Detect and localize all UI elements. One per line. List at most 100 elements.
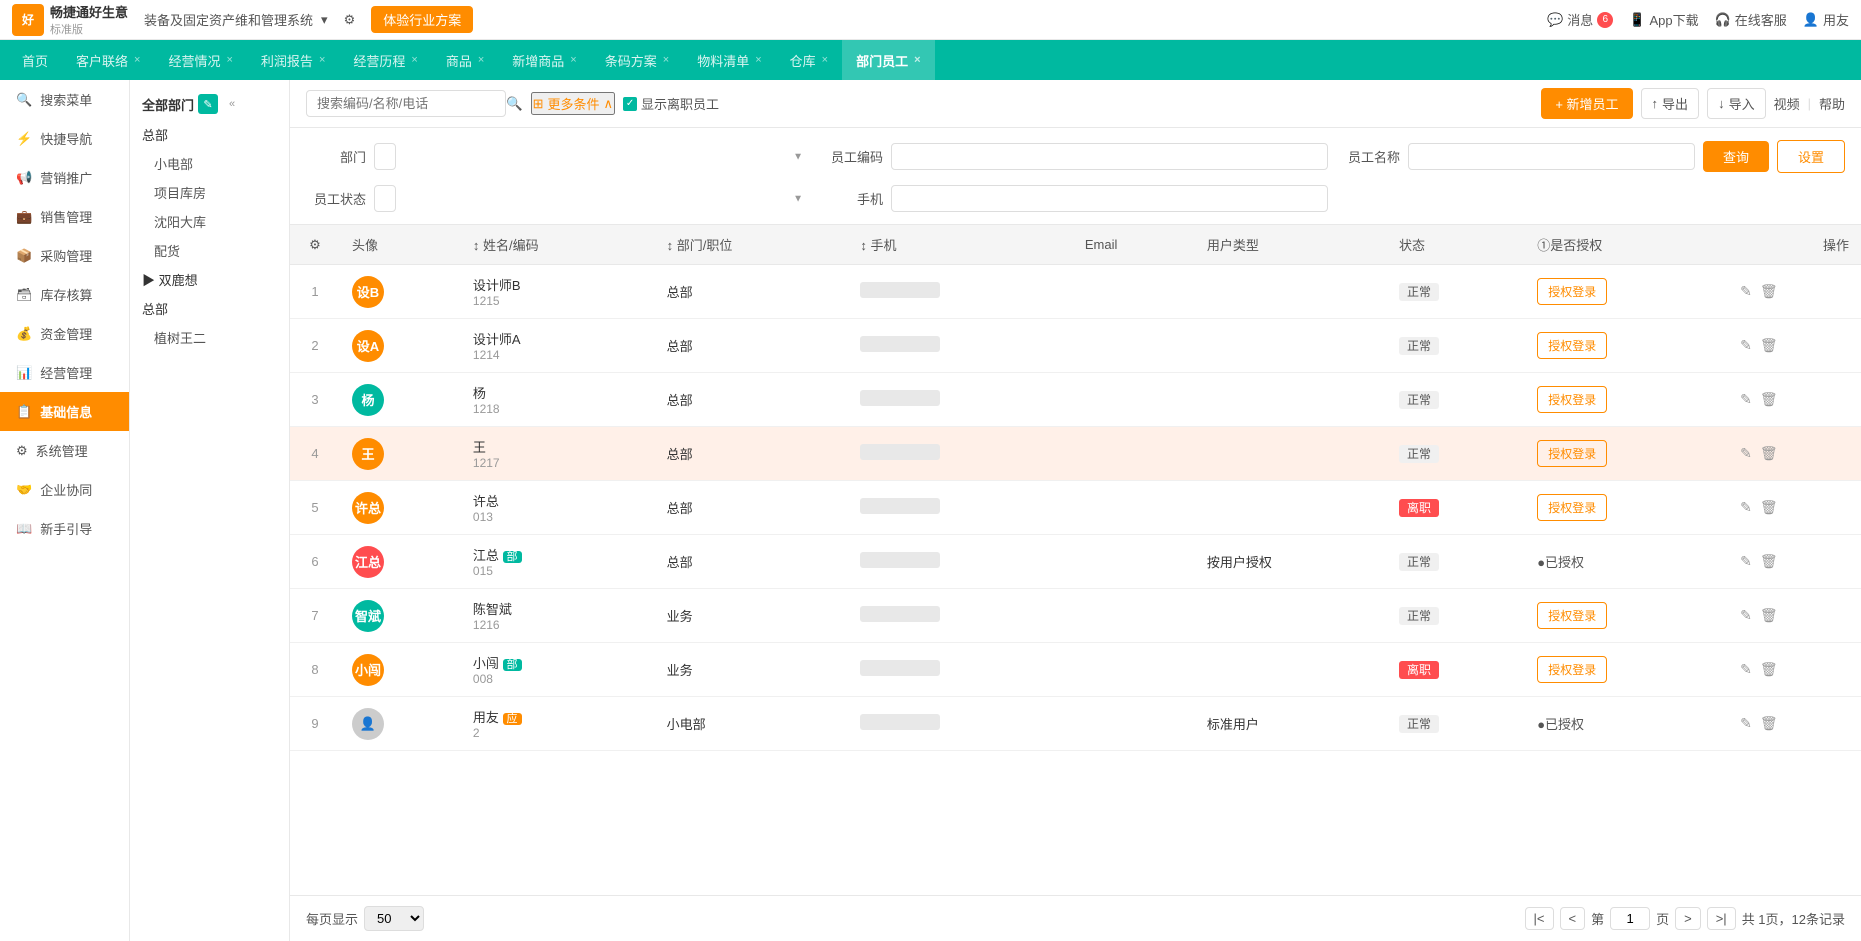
tab-close-icon[interactable]: ×: [755, 54, 761, 66]
add-employee-btn[interactable]: + 新增员工: [1541, 88, 1632, 119]
user-avatar[interactable]: 👤 用友: [1803, 10, 1849, 29]
delete-icon[interactable]: 🗑: [1760, 337, 1778, 354]
view-btn[interactable]: 视频: [1774, 94, 1800, 113]
filter-empname-input[interactable]: [1408, 143, 1695, 170]
delete-icon[interactable]: 🗑: [1760, 553, 1778, 570]
sidebar-item-企业协同[interactable]: 🤝企业协同: [0, 470, 129, 509]
nav-tab-经营历程[interactable]: 经营历程×: [339, 40, 431, 80]
delete-icon[interactable]: 🗑: [1760, 661, 1778, 678]
filter-empstatus-select[interactable]: [374, 185, 396, 212]
sidebar-item-销售管理[interactable]: 💼销售管理: [0, 197, 129, 236]
first-page-btn[interactable]: |<: [1525, 907, 1554, 930]
nav-tab-新增商品[interactable]: 新增商品×: [498, 40, 590, 80]
help-btn[interactable]: 帮助: [1819, 94, 1845, 113]
auth-btn[interactable]: 授权登录: [1537, 332, 1607, 359]
tab-close-icon[interactable]: ×: [914, 54, 920, 66]
page-size-select[interactable]: 50 100: [364, 906, 424, 931]
nav-tab-利润报告[interactable]: 利润报告×: [247, 40, 339, 80]
dept-tree-item[interactable]: 配货: [130, 236, 289, 265]
edit-icon[interactable]: ✎: [1740, 337, 1752, 354]
set-btn[interactable]: 设置: [1777, 140, 1845, 173]
delete-icon[interactable]: 🗑: [1760, 499, 1778, 516]
sidebar-item-经营管理[interactable]: 📊经营管理: [0, 353, 129, 392]
online-service-btn[interactable]: 🎧 在线客服: [1715, 10, 1787, 29]
tab-close-icon[interactable]: ×: [478, 54, 484, 66]
dept-tree-item[interactable]: 植树王二: [130, 323, 289, 352]
nav-tab-部门员工[interactable]: 部门员工×: [842, 40, 934, 80]
tab-close-icon[interactable]: ×: [570, 54, 576, 66]
nav-tab-条码方案[interactable]: 条码方案×: [591, 40, 683, 80]
sidebar-item-新手引导[interactable]: 📖新手引导: [0, 509, 129, 548]
nav-tab-客户联络[interactable]: 客户联络×: [62, 40, 154, 80]
show-inactive-toggle[interactable]: ✓ 显示离职员工: [623, 94, 719, 113]
nav-tab-仓库[interactable]: 仓库×: [776, 40, 842, 80]
export-btn[interactable]: ↑ 导出: [1641, 88, 1700, 119]
search-input[interactable]: [306, 90, 506, 117]
delete-icon[interactable]: 🗑: [1760, 445, 1778, 462]
tab-close-icon[interactable]: ×: [411, 54, 417, 66]
tab-close-icon[interactable]: ×: [822, 54, 828, 66]
nav-tab-商品[interactable]: 商品×: [432, 40, 498, 80]
dept-tree-item[interactable]: 总部: [130, 294, 289, 323]
filter-empcode-input[interactable]: [891, 143, 1328, 170]
message-btn[interactable]: 💬 消息 6: [1547, 10, 1613, 29]
edit-icon[interactable]: ✎: [1740, 391, 1752, 408]
auth-btn[interactable]: 授权登录: [1537, 656, 1607, 683]
query-btn[interactable]: 查询: [1703, 141, 1769, 172]
delete-icon[interactable]: 🗑: [1760, 391, 1778, 408]
tab-close-icon[interactable]: ×: [226, 54, 232, 66]
nav-tab-经营情况[interactable]: 经营情况×: [154, 40, 246, 80]
search-btn[interactable]: 🔍: [506, 96, 523, 112]
nav-tab-首页[interactable]: 首页: [8, 40, 62, 80]
dept-collapse-btn[interactable]: «: [222, 94, 242, 114]
sidebar-item-系统管理[interactable]: ⚙系统管理: [0, 431, 129, 470]
dept-tree-item[interactable]: 项目库房: [130, 178, 289, 207]
delete-icon[interactable]: 🗑: [1760, 283, 1778, 300]
last-page-btn[interactable]: >|: [1707, 907, 1736, 930]
app-download-btn[interactable]: 📱 App下载: [1629, 10, 1698, 29]
sidebar-item-快捷导航[interactable]: ⚡快捷导航: [0, 119, 129, 158]
auth-btn[interactable]: 授权登录: [1537, 278, 1607, 305]
settings-icon[interactable]: ⚙: [344, 12, 356, 28]
auth-btn[interactable]: 授权登录: [1537, 440, 1607, 467]
edit-icon[interactable]: ✎: [1740, 715, 1752, 732]
page-input[interactable]: [1610, 907, 1650, 930]
edit-icon[interactable]: ✎: [1740, 607, 1752, 624]
dept-tree-item[interactable]: ▶ 双鹿想: [130, 265, 289, 294]
edit-icon[interactable]: ✎: [1740, 553, 1752, 570]
show-inactive-checkbox[interactable]: ✓: [623, 97, 637, 111]
sidebar-item-基础信息[interactable]: 📋基础信息: [0, 392, 129, 431]
sidebar-item-库存核算[interactable]: 🗃库存核算: [0, 275, 129, 314]
edit-icon[interactable]: ✎: [1740, 283, 1752, 300]
import-btn[interactable]: ↓ 导入: [1707, 88, 1766, 119]
tab-close-icon[interactable]: ×: [663, 54, 669, 66]
sidebar-item-搜索菜单[interactable]: 🔍搜索菜单: [0, 80, 129, 119]
delete-icon[interactable]: 🗑: [1760, 607, 1778, 624]
filter-dept-select[interactable]: [374, 143, 396, 170]
edit-icon[interactable]: ✎: [1740, 445, 1752, 462]
sidebar-item-营销推广[interactable]: 📢营销推广: [0, 158, 129, 197]
auth-btn[interactable]: 授权登录: [1537, 494, 1607, 521]
dept-tree-item[interactable]: 沈阳大库: [130, 207, 289, 236]
toolbar: 🔍 ⊞ 更多条件 ∧ ✓ 显示离职员工 + 新增员工 ↑ 导出 ↓ 导入 视频: [290, 80, 1861, 128]
filter-phone-input[interactable]: [891, 185, 1328, 212]
tab-close-icon[interactable]: ×: [134, 54, 140, 66]
experience-btn[interactable]: 体验行业方案: [371, 6, 473, 33]
delete-icon[interactable]: 🗑: [1760, 715, 1778, 732]
nav-tab-物料清单[interactable]: 物料清单×: [683, 40, 775, 80]
prev-page-btn[interactable]: <: [1560, 907, 1586, 930]
next-page-btn[interactable]: >: [1675, 907, 1701, 930]
edit-icon[interactable]: ✎: [1740, 499, 1752, 516]
edit-icon[interactable]: ✎: [1740, 661, 1752, 678]
sidebar-item-采购管理[interactable]: 📦采购管理: [0, 236, 129, 275]
sidebar-item-资金管理[interactable]: 💰资金管理: [0, 314, 129, 353]
filter-btn[interactable]: ⊞ 更多条件 ∧: [531, 92, 615, 115]
dept-tree-item[interactable]: 小电部: [130, 149, 289, 178]
dept-edit-btn[interactable]: ✎: [198, 94, 218, 114]
dropdown-icon[interactable]: ▾: [321, 12, 328, 28]
dept-tree-item[interactable]: 总部: [130, 120, 289, 149]
tab-close-icon[interactable]: ×: [319, 54, 325, 66]
auth-btn[interactable]: 授权登录: [1537, 386, 1607, 413]
auth-btn[interactable]: 授权登录: [1537, 602, 1607, 629]
col-settings[interactable]: ⚙: [290, 225, 340, 265]
